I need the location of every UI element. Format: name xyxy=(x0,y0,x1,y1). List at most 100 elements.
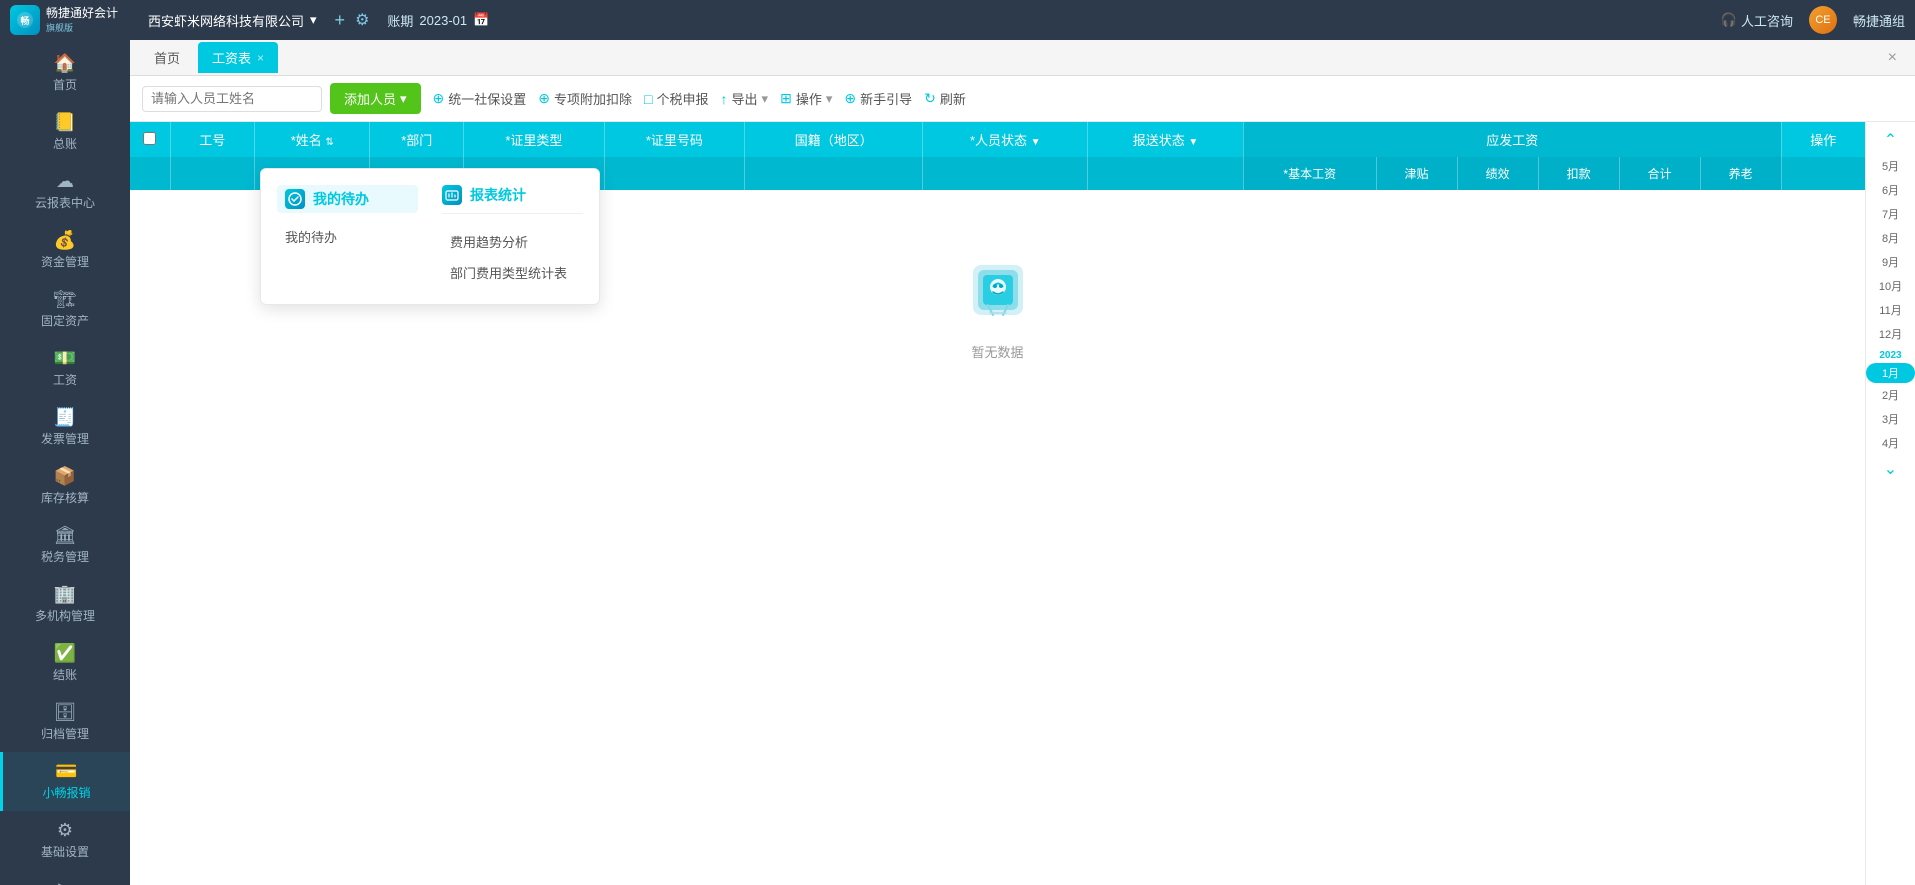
sidebar-item-reports[interactable]: ☁ 云报表中心 xyxy=(0,162,130,221)
sidebar: 🏠 首页 📒 总账 ☁ 云报表中心 💰 资金管理 🏗 固定资产 💵 工资 🧾 发… xyxy=(0,40,130,885)
special-deduction-btn[interactable]: ⊕ 专项附加扣除 xyxy=(538,89,632,108)
add-icon[interactable]: + xyxy=(335,10,346,31)
social-security-label: 统一社保设置 xyxy=(448,89,526,108)
reports-section-title-text: 报表统计 xyxy=(470,185,526,205)
sidebar-item-archive[interactable]: 🗄 归档管理 xyxy=(0,693,130,752)
support-btn[interactable]: 🎧 人工咨询 xyxy=(1721,11,1793,30)
search-input[interactable] xyxy=(151,91,327,106)
social-security-icon: ⊕ xyxy=(433,90,445,107)
ledger-icon: 📒 xyxy=(54,113,76,131)
operation-icon: ⊞ xyxy=(780,90,792,107)
company-dropdown-icon: ▾ xyxy=(310,12,317,28)
salary-icon: 💵 xyxy=(54,349,76,367)
sidebar-item-settle[interactable]: ✅ 结账 xyxy=(0,634,130,693)
dept-cost-label: 部门费用类型统计表 xyxy=(450,266,567,281)
social-security-btn[interactable]: ⊕ 统一社保设置 xyxy=(433,89,527,108)
sidebar-item-home[interactable]: 🏠 首页 xyxy=(0,44,130,103)
timeline-prev-btn[interactable]: ⌃ xyxy=(1880,126,1901,154)
timeline-month-5[interactable]: 5月 xyxy=(1866,154,1915,178)
sidebar-item-tax[interactable]: 🏛 税务管理 xyxy=(0,516,130,575)
period-value: 2023-01 xyxy=(419,13,467,28)
sidebar-label-home: 首页 xyxy=(53,76,77,93)
dept-cost-item[interactable]: 部门费用类型统计表 xyxy=(442,257,583,288)
headset-icon: 🎧 xyxy=(1721,12,1737,28)
timeline-month-12[interactable]: 12月 xyxy=(1866,322,1915,346)
my-todo-item[interactable]: 我的待办 xyxy=(277,221,418,252)
export-label: 导出 xyxy=(732,89,758,108)
th2-spacer1 xyxy=(130,157,170,190)
operation-dropdown-icon: ▾ xyxy=(826,91,833,107)
timeline-month-7[interactable]: 7月 xyxy=(1866,202,1915,226)
timeline-month-8[interactable]: 8月 xyxy=(1866,226,1915,250)
sidebar-item-basic[interactable]: ⚙ 基础设置 xyxy=(0,811,130,870)
add-person-button[interactable]: 添加人员 ▾ xyxy=(330,83,421,114)
sidebar-item-finance[interactable]: 💰 资金管理 xyxy=(0,221,130,280)
export-btn[interactable]: ↑ 导出 ▾ xyxy=(721,89,769,108)
timeline-month-1-active[interactable]: 1月 xyxy=(1866,363,1915,383)
th2-spacer2 xyxy=(170,157,255,190)
select-all-checkbox[interactable] xyxy=(143,132,156,145)
toolbar: 🔍 添加人员 ▾ ⊕ 统一社保设置 ⊕ 专项附加扣除 □ 个税申报 xyxy=(130,76,1915,122)
sidebar-label-archive: 归档管理 xyxy=(41,725,89,742)
sidebar-item-ledger[interactable]: 📒 总账 xyxy=(0,103,130,162)
th-report-status: 报送状态 ▼ xyxy=(1088,122,1244,157)
timeline-month-2[interactable]: 2月 xyxy=(1866,383,1915,407)
user-name: 畅捷通组 xyxy=(1853,11,1905,30)
th-id-type: *证里类型 xyxy=(464,122,605,157)
sidebar-item-guide[interactable]: ▶ 新手引导 xyxy=(0,870,130,885)
sidebar-item-inventory[interactable]: 📦 库存核算 xyxy=(0,457,130,516)
th2-spacer9 xyxy=(1088,157,1244,190)
th-checkbox[interactable] xyxy=(130,122,170,157)
individual-tax-btn[interactable]: □ 个税申报 xyxy=(644,89,708,108)
cost-trend-item[interactable]: 费用趋势分析 xyxy=(442,226,583,257)
company-name: 西安虾米网络科技有限公司 xyxy=(148,11,304,30)
tab-bar-close-icon[interactable]: × xyxy=(1880,45,1905,71)
tab-close-btn[interactable]: × xyxy=(257,51,264,65)
table-timeline-wrapper: 工号 *姓名 ⇅ *部门 *证里类型 *证里号码 国籍（地区） *人员状态 ▼ … xyxy=(130,122,1915,885)
tab-bar-right: × xyxy=(1880,45,1905,71)
avatar[interactable]: CE xyxy=(1809,6,1837,34)
assets-icon: 🏗 xyxy=(54,290,77,308)
timeline-next-btn[interactable]: ⌄ xyxy=(1880,455,1901,483)
add-person-dropdown-icon: ▾ xyxy=(400,91,407,107)
refresh-btn[interactable]: ↻ 刷新 xyxy=(924,89,966,108)
reports-icon: ☁ xyxy=(56,172,74,190)
sidebar-item-multi[interactable]: 🏢 多机构管理 xyxy=(0,575,130,634)
todo-section-title-text: 我的待办 xyxy=(313,189,369,209)
tax-icon: 🏛 xyxy=(54,526,77,544)
company-selector[interactable]: 西安虾米网络科技有限公司 ▾ xyxy=(140,7,325,34)
timeline-month-10[interactable]: 10月 xyxy=(1866,274,1915,298)
timeline-month-9[interactable]: 9月 xyxy=(1866,250,1915,274)
empty-state-text: 暂无数据 xyxy=(971,342,1023,361)
xiaochang-icon: 💳 xyxy=(55,762,77,780)
special-deduction-icon: ⊕ xyxy=(538,90,550,107)
th2-spacer7 xyxy=(745,157,923,190)
guide-btn[interactable]: ⊕ 新手引导 xyxy=(844,89,912,108)
dropdown-section-todo-title[interactable]: 我的待办 xyxy=(277,185,418,213)
invoice-icon: 🧾 xyxy=(54,408,76,426)
period-info: 账期 2023-01 📅 xyxy=(387,11,489,30)
timeline-month-6[interactable]: 6月 xyxy=(1866,178,1915,202)
sidebar-item-salary[interactable]: 💵 工资 xyxy=(0,339,130,398)
sidebar-label-inventory: 库存核算 xyxy=(41,489,89,506)
th2-spacer8 xyxy=(923,157,1088,190)
calendar-icon[interactable]: 📅 xyxy=(473,12,489,28)
tab-salary-table[interactable]: 工资表 × xyxy=(198,42,278,73)
sidebar-label-ledger: 总账 xyxy=(53,135,77,152)
sidebar-item-invoice[interactable]: 🧾 发票管理 xyxy=(0,398,130,457)
tab-home[interactable]: 首页 xyxy=(140,42,194,73)
operation-btn[interactable]: ⊞ 操作 ▾ xyxy=(780,89,832,108)
timeline-month-3[interactable]: 3月 xyxy=(1866,407,1915,431)
dropdown-section-reports-title[interactable]: 报表统计 xyxy=(442,185,583,214)
period-label: 账期 xyxy=(387,11,413,30)
sidebar-item-assets[interactable]: 🏗 固定资产 xyxy=(0,280,130,339)
timeline-month-11[interactable]: 11月 xyxy=(1866,298,1915,322)
th-department: *部门 xyxy=(370,122,464,157)
sidebar-item-xiaochang[interactable]: 💳 小畅报销 xyxy=(0,752,130,811)
th-operation: 操作 xyxy=(1781,122,1865,157)
th-name: *姓名 ⇅ xyxy=(255,122,370,157)
sidebar-label-salary: 工资 xyxy=(53,371,77,388)
cost-trend-label: 费用趋势分析 xyxy=(450,235,528,250)
timeline-month-4[interactable]: 4月 xyxy=(1866,431,1915,455)
settings-icon[interactable]: ⚙ xyxy=(355,10,369,30)
